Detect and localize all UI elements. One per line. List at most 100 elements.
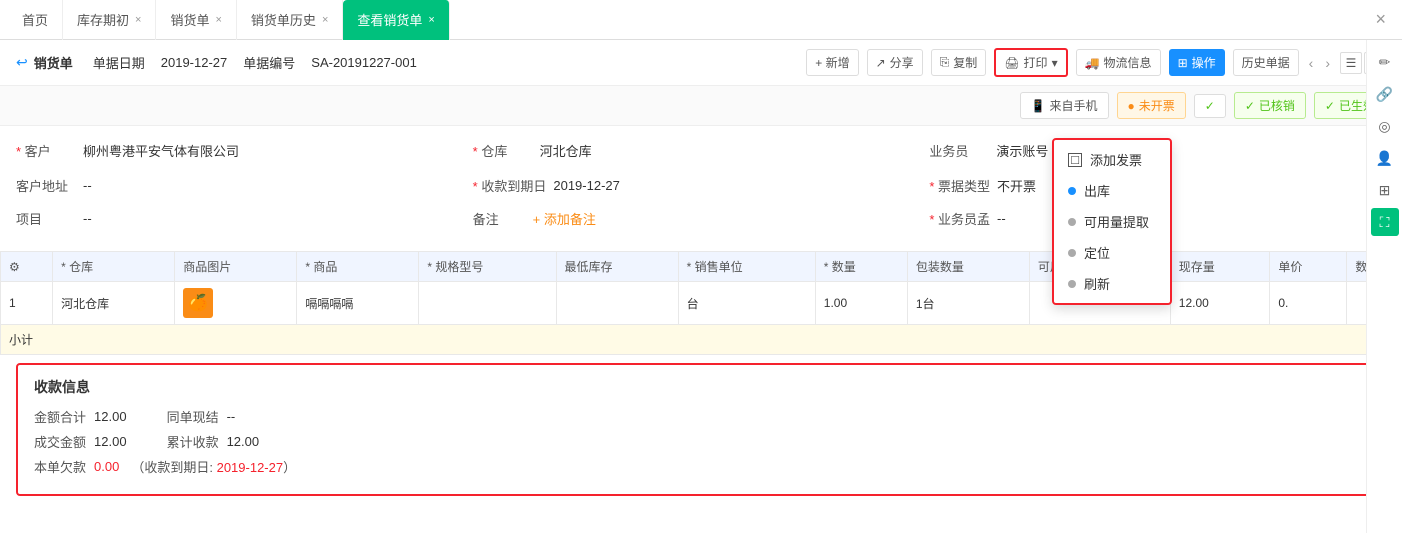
share-button[interactable]: ↗ 分享: [867, 49, 923, 76]
link-icon[interactable]: 🔗: [1371, 80, 1399, 108]
history-button-label: 历史单据: [1242, 54, 1290, 71]
col-warehouse: * 仓库: [53, 252, 175, 282]
project-value: --: [76, 208, 196, 229]
footer-row-1: 金额合计 12.00 同单现结 --: [34, 407, 1368, 426]
share-icon: ↗: [876, 56, 886, 70]
expand-icon[interactable]: ⛶: [1371, 208, 1399, 236]
col-qty: * 数量: [815, 252, 907, 282]
refresh-menu-item[interactable]: 刷新: [1054, 268, 1170, 299]
col-image: 商品图片: [175, 252, 297, 282]
tab-inventory-init[interactable]: 库存期初 ×: [63, 0, 156, 40]
main-content: ↩ 销货单 单据日期 2019-12-27 单据编号 SA-20191227-0…: [0, 40, 1402, 533]
tab-sales-order[interactable]: 销货单 ×: [156, 0, 236, 40]
copy-icon: ⎘: [940, 55, 950, 70]
subtotal-row: 小计: [1, 325, 1402, 355]
not-open-label: 未开票: [1139, 97, 1175, 114]
row-num: 1: [1, 282, 53, 325]
col-unit: * 销售单位: [678, 252, 815, 282]
amount-total-field: 金额合计 12.00: [34, 407, 127, 426]
window-close-button[interactable]: ×: [1367, 9, 1394, 30]
refresh-dot: [1068, 280, 1076, 288]
prev-arrow[interactable]: ‹: [1307, 55, 1316, 71]
tab-home[interactable]: 首页: [8, 0, 63, 40]
tab-sales-history-label: 销货单历史: [251, 10, 316, 29]
transaction-amount-label: 成交金额: [34, 432, 86, 451]
add-invoice-menu-item[interactable]: □ 添加发票: [1054, 144, 1170, 175]
col-pack-qty: 包装数量: [907, 252, 1029, 282]
next-arrow[interactable]: ›: [1323, 55, 1332, 71]
transaction-amount-value: 12.00: [94, 434, 127, 449]
tab-inventory-init-close[interactable]: ×: [135, 14, 141, 26]
current-owe-value: 0.00: [94, 459, 119, 474]
doc-title: 销货单: [34, 53, 73, 72]
row-product: 嗝嗝嗝嗝: [297, 282, 419, 325]
tab-sales-history[interactable]: 销货单历史 ×: [237, 0, 343, 40]
salesperson-label: 业务员: [929, 141, 989, 160]
phone-icon: 📱: [1031, 99, 1046, 113]
warehouse-value: 河北仓库: [533, 138, 653, 163]
available-qty-menu-item[interactable]: 可用量提取: [1054, 206, 1170, 237]
circle-icon[interactable]: ◎: [1371, 112, 1399, 140]
tab-view-sales-order[interactable]: 查看销货单 ×: [343, 0, 449, 40]
logistics-button-label: 物流信息: [1104, 54, 1152, 71]
user-icon[interactable]: 👤: [1371, 144, 1399, 172]
project-field: 项目 --: [16, 208, 473, 229]
table-header-row: ⚙ * 仓库 商品图片 * 商品 * 规格型号 最低库存 * 销售单位 * 数量…: [1, 252, 1402, 282]
remark-field: 备注 添加备注: [473, 209, 930, 228]
add-remark-button[interactable]: 添加备注: [533, 209, 596, 228]
out-warehouse-dot: [1068, 187, 1076, 195]
actions-button[interactable]: ⊞ 操作: [1169, 49, 1225, 76]
payment-due-label: 收款到期日: [473, 176, 547, 195]
customer-value: 柳州粤港平安气体有限公司: [76, 138, 246, 163]
product-thumbnail: 🍊: [183, 288, 213, 318]
sold-check-icon: ✓: [1245, 99, 1255, 113]
tab-home-label: 首页: [22, 10, 48, 29]
col-current: 现存量: [1170, 252, 1270, 282]
tab-inventory-init-label: 库存期初: [77, 10, 129, 29]
col-spec: * 规格型号: [419, 252, 556, 282]
col-product: * 商品: [297, 252, 419, 282]
out-warehouse-menu-item[interactable]: 出库: [1054, 175, 1170, 206]
out-warehouse-label: 出库: [1084, 181, 1110, 200]
sold-badge: ✓ 已核销: [1234, 92, 1306, 119]
list-view-icon[interactable]: ☰: [1340, 52, 1362, 74]
tab-view-sales-order-close[interactable]: ×: [428, 14, 434, 26]
edit-icon[interactable]: ✏: [1371, 48, 1399, 76]
address-value: --: [76, 175, 196, 196]
tab-sales-order-close[interactable]: ×: [215, 14, 221, 26]
check-button[interactable]: ✓: [1194, 94, 1226, 118]
date-value: 2019-12-27: [161, 55, 228, 70]
customer-field: 客户 柳州粤港平安气体有限公司: [16, 138, 473, 163]
cumulative-payment-field: 累计收款 12.00: [167, 432, 260, 451]
new-button[interactable]: + 新增: [806, 49, 858, 76]
logistics-button[interactable]: 🚚 物流信息: [1076, 49, 1161, 76]
location-label: 定位: [1084, 243, 1110, 262]
tab-sales-order-label: 销货单: [170, 10, 209, 29]
subtotal-label: 小计: [1, 325, 1402, 355]
print-button-label: 打印: [1024, 54, 1048, 71]
copy-button[interactable]: ⎘ 复制: [931, 49, 987, 76]
actions-dropdown: □ 添加发票 出库 可用量提取 定位 刷新: [1052, 138, 1172, 305]
location-dot: [1068, 249, 1076, 257]
row-image: 🍊: [175, 282, 297, 325]
remark-label: 备注: [473, 209, 533, 228]
footer-row-3: 本单欠款 0.00 （收款到期日: 2019-12-27）: [34, 457, 1368, 476]
address-label: 客户地址: [16, 176, 76, 195]
location-menu-item[interactable]: 定位: [1054, 237, 1170, 268]
history-button[interactable]: 历史单据: [1233, 49, 1299, 76]
col-gear: ⚙: [1, 252, 53, 282]
print-icon: 🖨: [1004, 56, 1019, 70]
number-label: 单据编号: [243, 53, 295, 72]
table-icon[interactable]: ⊞: [1371, 176, 1399, 204]
products-table: ⚙ * 仓库 商品图片 * 商品 * 规格型号 最低库存 * 销售单位 * 数量…: [0, 251, 1402, 355]
effective-check-icon: ✓: [1325, 99, 1335, 113]
toolbar: + 新增 ↗ 分享 ⎘ 复制 🖨 打印 ▾ 🚚 物流信息 ⊞ 操作: [806, 48, 1386, 77]
cumulative-payment-value: 12.00: [227, 434, 260, 449]
print-button[interactable]: 🖨 打印 ▾: [994, 48, 1067, 77]
same-order-value: --: [227, 409, 236, 424]
available-qty-label: 可用量提取: [1084, 212, 1149, 231]
not-open-badge: ● 未开票: [1117, 92, 1186, 119]
footer-title: 收款信息: [34, 377, 1368, 397]
tab-sales-history-close[interactable]: ×: [322, 14, 328, 26]
from-phone-button[interactable]: 📱 来自手机: [1020, 92, 1109, 119]
